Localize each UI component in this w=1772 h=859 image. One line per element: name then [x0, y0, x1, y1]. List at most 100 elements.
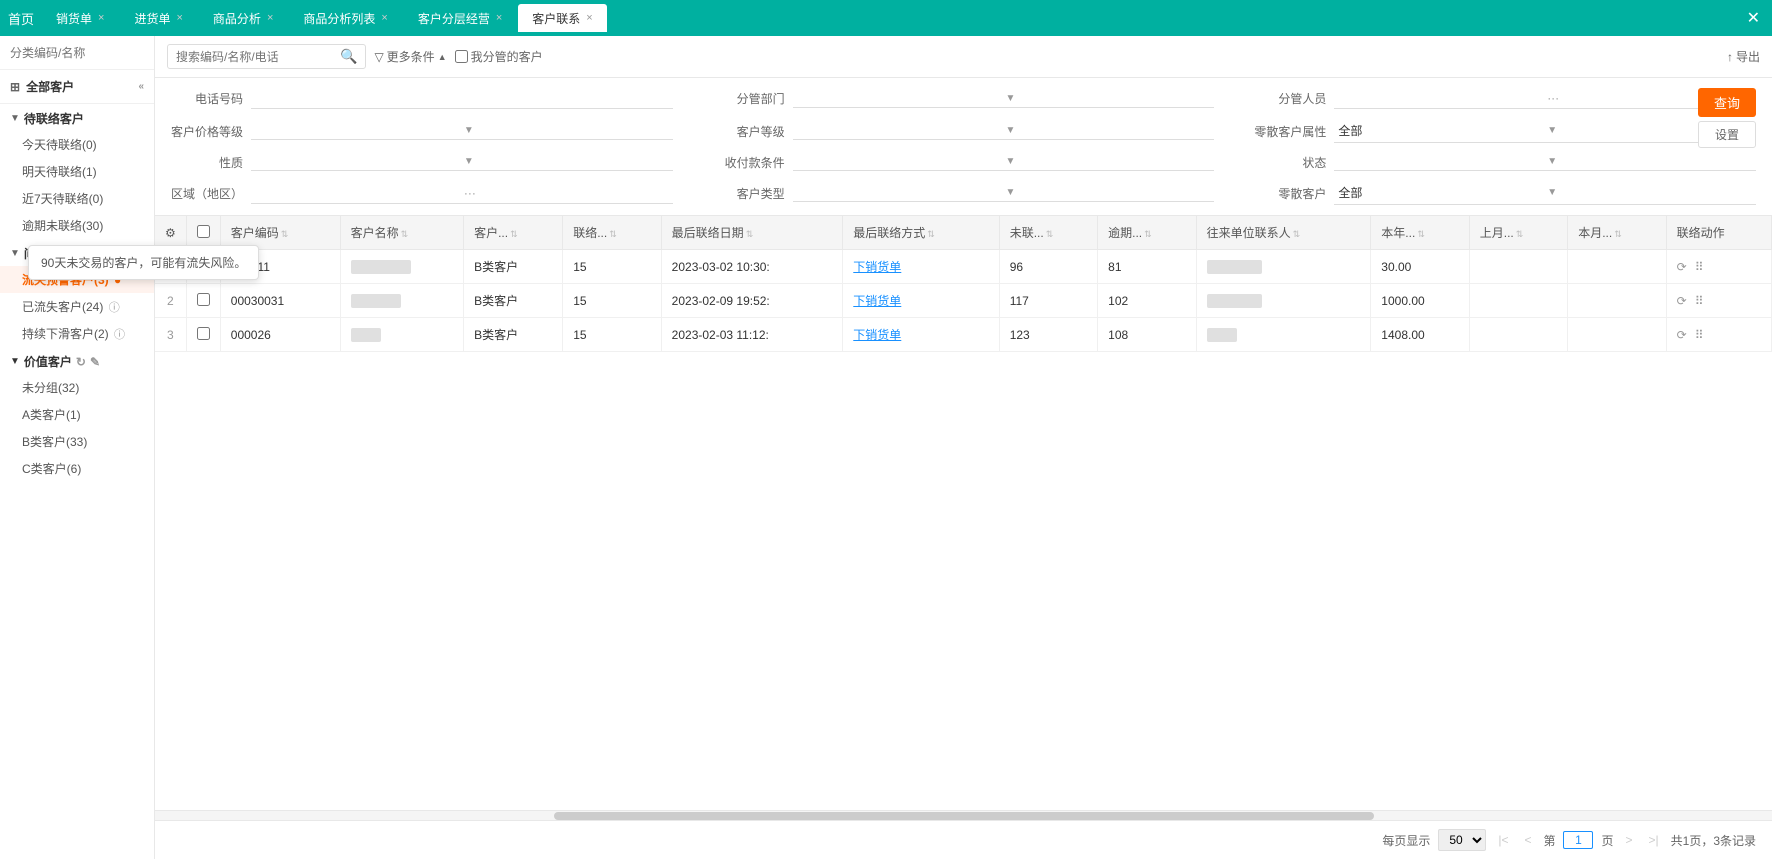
settings-button[interactable]: 设置	[1698, 121, 1756, 148]
customer-type-select[interactable]: ▼	[793, 184, 1215, 202]
sidebar-item-class-a[interactable]: A类客户(1)	[0, 401, 154, 428]
my-customers-checkbox[interactable]: 我分管的客户	[455, 48, 543, 65]
action-more-icon-1[interactable]: ⠿	[1695, 260, 1704, 274]
row-method-2[interactable]: 下销货单	[843, 284, 999, 318]
row-checkbox-3[interactable]	[197, 327, 210, 340]
sidebar-all-customers[interactable]: ⊞ 全部客户 «	[0, 70, 154, 104]
row-checkbox-2[interactable]	[197, 293, 210, 306]
action-contact-icon-2[interactable]: ⟳	[1677, 294, 1687, 308]
th-customer-type[interactable]: 客户...⇅	[464, 216, 563, 250]
row-contact-1: 15	[563, 250, 661, 284]
action-more-icon-3[interactable]: ⠿	[1695, 328, 1704, 342]
close-tab-product-analysis-list[interactable]: ×	[381, 12, 387, 24]
action-contact-icon-1[interactable]: ⟳	[1677, 260, 1687, 274]
action-more-icon-2[interactable]: ⠿	[1695, 294, 1704, 308]
tab-sales-order[interactable]: 销货单 ×	[42, 4, 118, 32]
region-select[interactable]: ···	[251, 183, 673, 204]
row-method-1[interactable]: 下销货单	[843, 250, 999, 284]
th-last-month[interactable]: 上月...⇅	[1469, 216, 1567, 250]
th-customer-name[interactable]: 客户名称⇅	[340, 216, 464, 250]
row-check-2[interactable]	[186, 284, 220, 318]
payment-select[interactable]: ▼	[793, 153, 1215, 171]
sidebar-item-7days-pending[interactable]: 近7天待联络(0)	[0, 185, 154, 212]
first-page-button[interactable]: |<	[1494, 831, 1512, 849]
search-button-icon[interactable]: 🔍	[340, 48, 357, 65]
sidebar-item-declining[interactable]: 持续下滑客户(2) ⓘ	[0, 320, 154, 347]
table-header-row: ⚙ 客户编码⇅ 客户名称⇅ 客户...⇅ 联络...⇅ 最后联络日期⇅ 最后联络…	[155, 216, 1772, 250]
tab-home[interactable]: 首页	[8, 9, 34, 28]
phone-input[interactable]	[251, 88, 673, 109]
query-button[interactable]: 查询	[1698, 88, 1756, 117]
sidebar-item-tomorrow-pending[interactable]: 明天待联络(1)	[0, 158, 154, 185]
select-all-checkbox[interactable]	[197, 225, 210, 238]
close-tab-purchase-order[interactable]: ×	[176, 12, 182, 24]
close-tab-sales-order[interactable]: ×	[98, 12, 104, 24]
sidebar-collapse-icon[interactable]: «	[138, 81, 144, 92]
search-input[interactable]	[176, 50, 336, 64]
edit-icon[interactable]: ✎	[90, 355, 100, 369]
close-tab-customer-contact[interactable]: ×	[586, 12, 592, 24]
sidebar-group-value-header[interactable]: ▼ 价值客户 ↻ ✎	[0, 347, 154, 374]
tab-product-analysis[interactable]: 商品分析 ×	[199, 4, 287, 32]
sidebar-item-class-b[interactable]: B类客户(33)	[0, 428, 154, 455]
zero-attr-select[interactable]: 全部 ▼	[1334, 119, 1756, 143]
tab-product-analysis-list[interactable]: 商品分析列表 ×	[289, 4, 401, 32]
row-this-month-3	[1568, 318, 1666, 352]
filter-nature: 性质 ▼	[171, 153, 673, 171]
row-code-3: 000026	[220, 318, 340, 352]
th-not-contacted[interactable]: 未联...⇅	[999, 216, 1097, 250]
sidebar-item-ungrouped[interactable]: 未分组(32)	[0, 374, 154, 401]
th-this-month[interactable]: 本月...⇅	[1568, 216, 1666, 250]
action-contact-icon-3[interactable]: ⟳	[1677, 328, 1687, 342]
sidebar-item-today-pending[interactable]: 今天待联络(0)	[0, 131, 154, 158]
arrow-value: ▼	[10, 356, 20, 367]
export-button[interactable]: ↑ 导出	[1727, 48, 1760, 65]
link-method-1[interactable]: 下销货单	[853, 260, 901, 274]
zero-customer-select[interactable]: 全部 ▼	[1334, 181, 1756, 205]
sidebar-item-class-c[interactable]: C类客户(6)	[0, 455, 154, 482]
th-last-contact-date[interactable]: 最后联络日期⇅	[661, 216, 843, 250]
link-method-2[interactable]: 下销货单	[853, 294, 901, 308]
more-conditions-button[interactable]: ▽ 更多条件 ▲	[374, 48, 446, 65]
manager-select[interactable]: ···	[1334, 88, 1756, 109]
last-page-button[interactable]: >|	[1645, 831, 1663, 849]
sort-not-contacted-icon: ⇅	[1046, 229, 1054, 239]
status-select[interactable]: ▼	[1334, 153, 1756, 171]
tab-customer-contact[interactable]: 客户联系 ×	[518, 4, 606, 32]
th-this-year[interactable]: 本年...⇅	[1371, 216, 1469, 250]
th-contact-count[interactable]: 联络...⇅	[563, 216, 661, 250]
row-method-3[interactable]: 下销货单	[843, 318, 999, 352]
th-overdue[interactable]: 逾期...⇅	[1098, 216, 1196, 250]
region-label: 区域（地区）	[171, 185, 251, 202]
row-date-1: 2023-03-02 10:30:	[661, 250, 843, 284]
close-tab-product-analysis[interactable]: ×	[267, 12, 273, 24]
link-method-3[interactable]: 下销货单	[853, 328, 901, 342]
sidebar-search-input[interactable]	[10, 46, 155, 60]
refresh-icon[interactable]: ↻	[76, 355, 86, 369]
customer-level-select[interactable]: ▼	[793, 122, 1215, 140]
dept-select[interactable]: ▼	[793, 90, 1215, 108]
tab-purchase-order[interactable]: 进货单 ×	[120, 4, 196, 32]
row-last-month-2	[1469, 284, 1567, 318]
sidebar-item-churned[interactable]: 已流失客户(24) ⓘ	[0, 293, 154, 320]
my-customers-check[interactable]	[455, 50, 468, 63]
page-number-input[interactable]	[1563, 831, 1593, 849]
close-all-tabs[interactable]: ✕	[1747, 8, 1760, 28]
sidebar-group-pending-header[interactable]: ▼ 待联络客户	[0, 104, 154, 131]
scrollbar-thumb[interactable]	[554, 812, 1374, 820]
nature-select[interactable]: ▼	[251, 153, 673, 171]
sidebar-item-overdue-pending[interactable]: 逾期未联络(30)	[0, 212, 154, 239]
th-last-contact-method[interactable]: 最后联络方式⇅	[843, 216, 999, 250]
per-page-select[interactable]: 50	[1438, 829, 1486, 851]
filter-phone: 电话号码	[171, 88, 673, 109]
prev-page-button[interactable]: <	[1520, 831, 1535, 849]
price-level-select[interactable]: ▼	[251, 122, 673, 140]
th-contacts[interactable]: 往来单位联系人⇅	[1196, 216, 1371, 250]
sort-type-icon: ⇅	[510, 229, 518, 239]
next-page-button[interactable]: >	[1622, 831, 1637, 849]
row-check-3[interactable]	[186, 318, 220, 352]
horizontal-scrollbar[interactable]	[155, 810, 1772, 820]
close-tab-customer-segmentation[interactable]: ×	[496, 12, 502, 24]
page-label: 第	[1543, 832, 1555, 849]
tab-customer-segmentation[interactable]: 客户分层经营 ×	[404, 4, 516, 32]
